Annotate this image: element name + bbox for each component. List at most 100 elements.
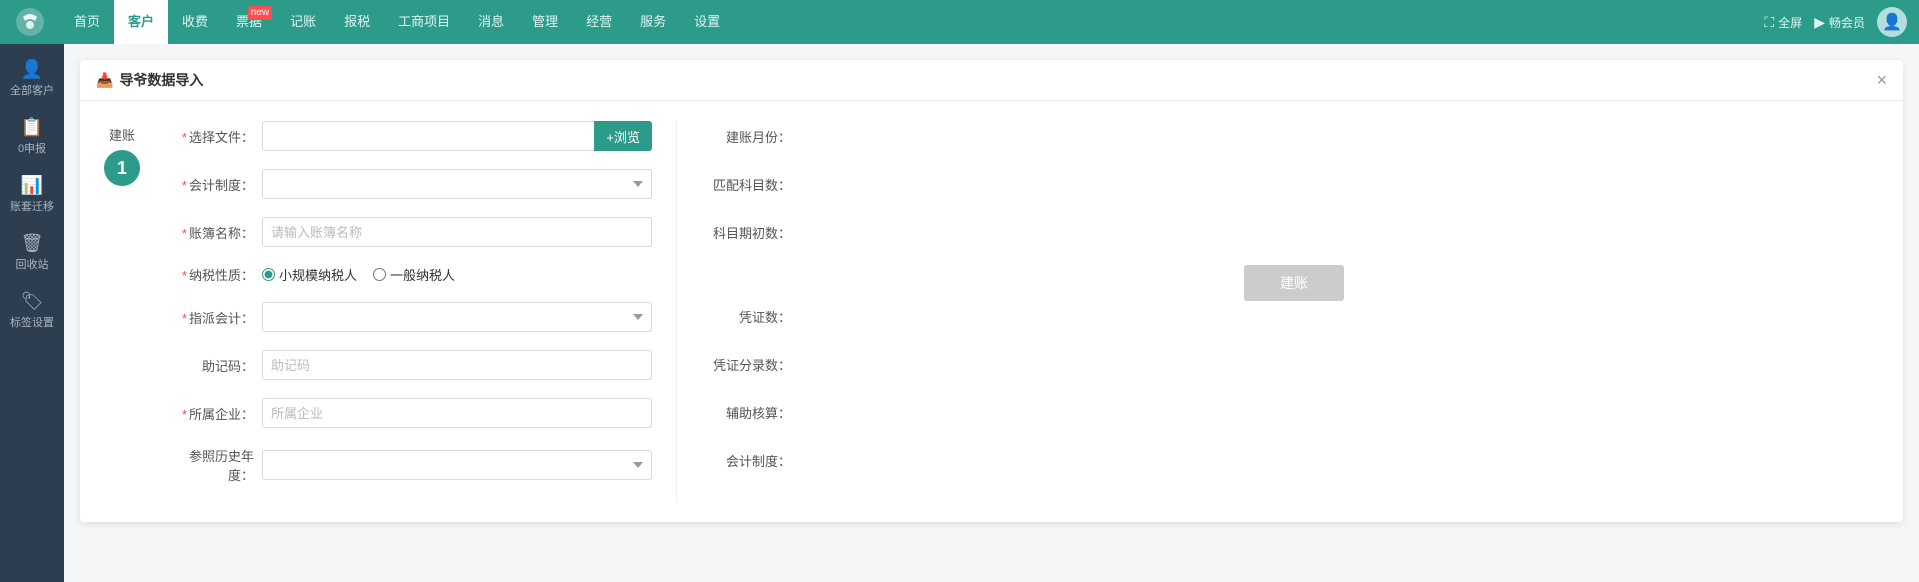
tax-type-radio-group: 小规模纳税人 一般纳税人 [262,265,455,284]
info-section: 建账月份： 匹配科目数： 科目期初数： 建账 [676,121,1879,502]
title-text: 导爷数据导入 [119,70,203,90]
dialog-panel: 📥 导爷数据导入 × 建账 1 选择文件： [80,60,1903,522]
tax-type-label: 纳税性质： [172,265,262,284]
nav-invoice[interactable]: 票据 new [222,0,276,44]
voucher-entries-value [799,349,1879,379]
build-month-row: 建账月份： [709,121,1879,151]
radio-small-input[interactable] [262,268,275,281]
new-badge: new [248,6,272,20]
history-year-row: 参照历史年度： [172,446,652,484]
accounting-system-label: 会计制度： [172,175,262,194]
all-customers-icon: 👤 [21,60,43,78]
tax-type-row: 纳税性质： 小规模纳税人 一般纳税人 [172,265,652,284]
ledger-name-label: 账簿名称： [172,223,262,242]
sidebar-item-recycle[interactable]: 🗑 回收站 [0,226,64,280]
accountant-row: 指派会计： [172,302,652,332]
avatar-icon: 👤 [1882,12,1902,32]
avatar[interactable]: 👤 [1877,7,1907,37]
ledger-name-input[interactable] [262,217,652,247]
nav-operation[interactable]: 经营 [572,0,626,44]
account-migration-icon: 📊 [21,176,43,194]
voucher-entries-row: 凭证分录数： [709,349,1879,379]
memo-label: 助记码： [172,356,262,375]
aux-accounting-row: 辅助核算： [709,397,1879,427]
sidebar-item-tag-settings[interactable]: 🏷 标签设置 [0,284,64,338]
sidebar: 👤 全部客户 📋 0申报 📊 账套迁移 🗑 回收站 🏷 标签设置 [0,44,64,582]
radio-general-taxpayer[interactable]: 一般纳税人 [373,265,455,284]
initial-subject-label: 科目期初数： [709,223,799,242]
file-row: 选择文件： +浏览 [172,121,652,151]
step-label: 建账 [109,125,135,144]
nav-tax[interactable]: 报税 [330,0,384,44]
radio-small-label: 小规模纳税人 [279,265,357,284]
file-browse-btn[interactable]: +浏览 [594,121,652,151]
top-nav: 首页 客户 收费 票据 new 记账 报税 工商项目 消息 管理 经营 服务 设… [0,0,1919,44]
nav-customer[interactable]: 客户 [114,0,168,44]
form-section: 选择文件： +浏览 会计制度： [172,121,652,502]
build-btn-wrap: 建账 [709,265,1879,301]
nav-business[interactable]: 工商项目 [384,0,464,44]
nav-right: ⛶ 全屏 ▶ 畅会员 👤 [1764,7,1919,37]
fullscreen-btn[interactable]: ⛶ 全屏 [1764,14,1802,31]
sidebar-label-zero-report: 0申报 [18,140,46,156]
memo-input[interactable] [262,350,652,380]
accounting-system-select[interactable] [262,169,652,199]
aux-accounting-label: 辅助核算： [709,403,799,422]
nav-settings[interactable]: 设置 [680,0,734,44]
info-accounting-system-value [799,445,1879,475]
nav-items: 首页 客户 收费 票据 new 记账 报税 工商项目 消息 管理 经营 服务 设… [60,0,1764,44]
nav-service[interactable]: 服务 [626,0,680,44]
nav-message[interactable]: 消息 [464,0,518,44]
sidebar-item-account-migration[interactable]: 📊 账套迁移 [0,168,64,222]
sidebar-item-all-customers[interactable]: 👤 全部客户 [0,52,64,106]
match-subject-value [799,169,1879,199]
main-layout: 👤 全部客户 📋 0申报 📊 账套迁移 🗑 回收站 🏷 标签设置 📥 导 [0,44,1919,582]
voucher-label: 凭证数： [709,307,799,326]
info-accounting-system-label: 会计制度： [709,451,799,470]
radio-general-input[interactable] [373,268,386,281]
fullscreen-icon: ⛶ [1764,14,1774,31]
dialog-title: 📥 导爷数据导入 [96,70,203,90]
aux-accounting-value [799,397,1879,427]
sidebar-label-tag-settings: 标签设置 [10,314,54,330]
member-btn[interactable]: ▶ 畅会员 [1814,14,1865,31]
sidebar-label-all-customers: 全部客户 [10,82,54,98]
nav-fee[interactable]: 收费 [168,0,222,44]
build-account-button[interactable]: 建账 [1244,265,1344,301]
close-icon[interactable]: × [1876,71,1887,89]
accountant-select[interactable] [262,302,652,332]
sidebar-label-account-migration: 账套迁移 [10,198,54,214]
step-section: 建账 1 [104,121,140,502]
file-input[interactable] [262,121,594,151]
dialog-body: 建账 1 选择文件： +浏览 会计制度： [80,101,1903,522]
nav-manage[interactable]: 管理 [518,0,572,44]
radio-small-taxpayer[interactable]: 小规模纳税人 [262,265,357,284]
ledger-name-row: 账簿名称： [172,217,652,247]
radio-general-label: 一般纳税人 [390,265,455,284]
member-icon: ▶ [1814,14,1825,31]
build-month-value [799,121,1879,151]
company-label: 所属企业： [172,404,262,423]
build-month-label: 建账月份： [709,127,799,146]
initial-subject-value [799,217,1879,247]
history-year-select[interactable] [262,450,652,480]
nav-bookkeeping[interactable]: 记账 [276,0,330,44]
company-row: 所属企业： [172,398,652,428]
file-label: 选择文件： [172,127,262,146]
history-year-label: 参照历史年度： [172,446,262,484]
content-area: 📥 导爷数据导入 × 建账 1 选择文件： [64,44,1919,582]
sidebar-item-zero-report[interactable]: 📋 0申报 [0,110,64,164]
company-input[interactable] [262,398,652,428]
dialog-header: 📥 导爷数据导入 × [80,60,1903,101]
title-icon: 📥 [96,72,113,89]
accounting-system-row: 会计制度： [172,169,652,199]
accountant-label: 指派会计： [172,308,262,327]
memo-row: 助记码： [172,350,652,380]
step-circle: 1 [104,150,140,186]
match-subject-label: 匹配科目数： [709,175,799,194]
match-subject-row: 匹配科目数： [709,169,1879,199]
initial-subject-row: 科目期初数： [709,217,1879,247]
logo [8,0,52,44]
tag-settings-icon: 🏷 [21,292,44,310]
nav-home[interactable]: 首页 [60,0,114,44]
